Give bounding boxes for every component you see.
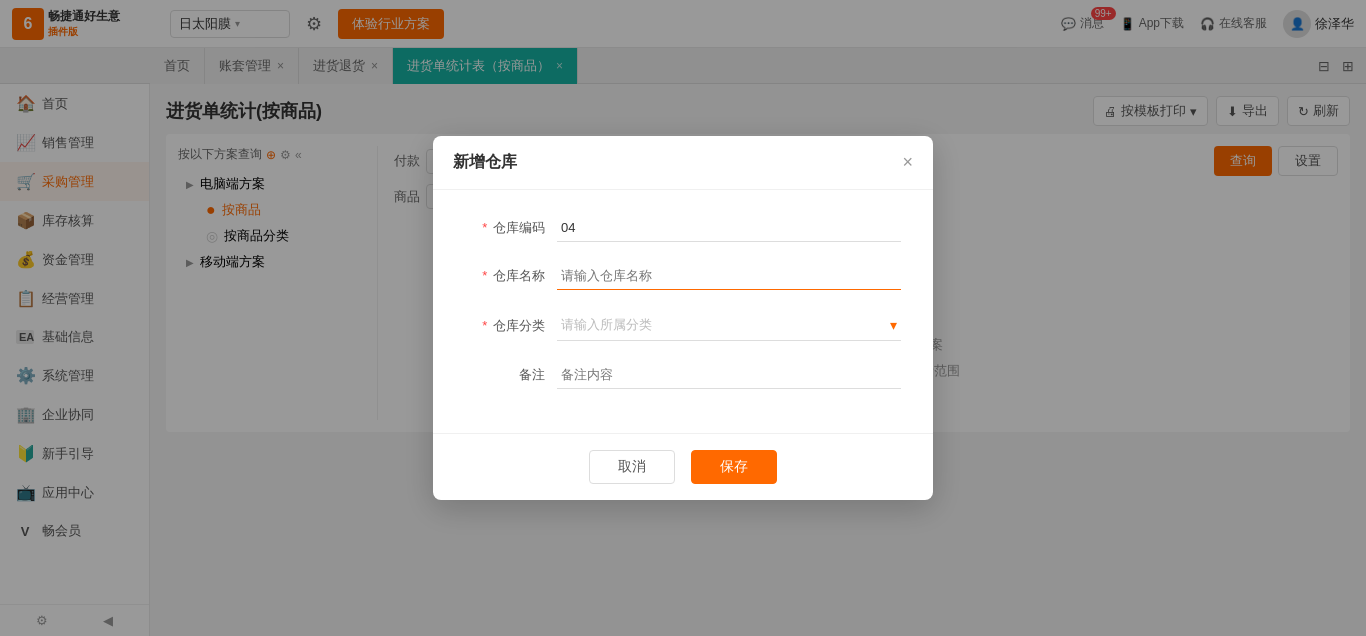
modal-footer: 取消 保存 (433, 433, 933, 500)
form-row-name: * 仓库名称 (465, 262, 901, 290)
new-warehouse-modal: 新增仓库 × * 仓库编码 * 仓库名称 (433, 136, 933, 500)
modal-close-button[interactable]: × (902, 152, 913, 173)
code-label: * 仓库编码 (465, 219, 545, 237)
code-required: * (482, 220, 487, 235)
remark-label: 备注 (465, 366, 545, 384)
category-label: * 仓库分类 (465, 317, 545, 335)
category-placeholder: 请输入所属分类 (561, 316, 652, 334)
name-required: * (482, 268, 487, 283)
cancel-button[interactable]: 取消 (589, 450, 675, 484)
modal-body: * 仓库编码 * 仓库名称 * 仓库分类 请输入所属 (433, 190, 933, 433)
remark-input[interactable] (557, 361, 901, 389)
name-label: * 仓库名称 (465, 267, 545, 285)
category-arrow: ▾ (890, 317, 897, 333)
form-row-code: * 仓库编码 (465, 214, 901, 242)
modal-overlay: 新增仓库 × * 仓库编码 * 仓库名称 (0, 0, 1366, 636)
category-required: * (482, 318, 487, 333)
category-select[interactable]: 请输入所属分类 ▾ (557, 310, 901, 341)
modal-title: 新增仓库 (453, 152, 517, 173)
modal-header: 新增仓库 × (433, 136, 933, 190)
name-input[interactable] (557, 262, 901, 290)
code-input[interactable] (557, 214, 901, 242)
save-button[interactable]: 保存 (691, 450, 777, 484)
form-row-remark: 备注 (465, 361, 901, 389)
form-row-category: * 仓库分类 请输入所属分类 ▾ (465, 310, 901, 341)
